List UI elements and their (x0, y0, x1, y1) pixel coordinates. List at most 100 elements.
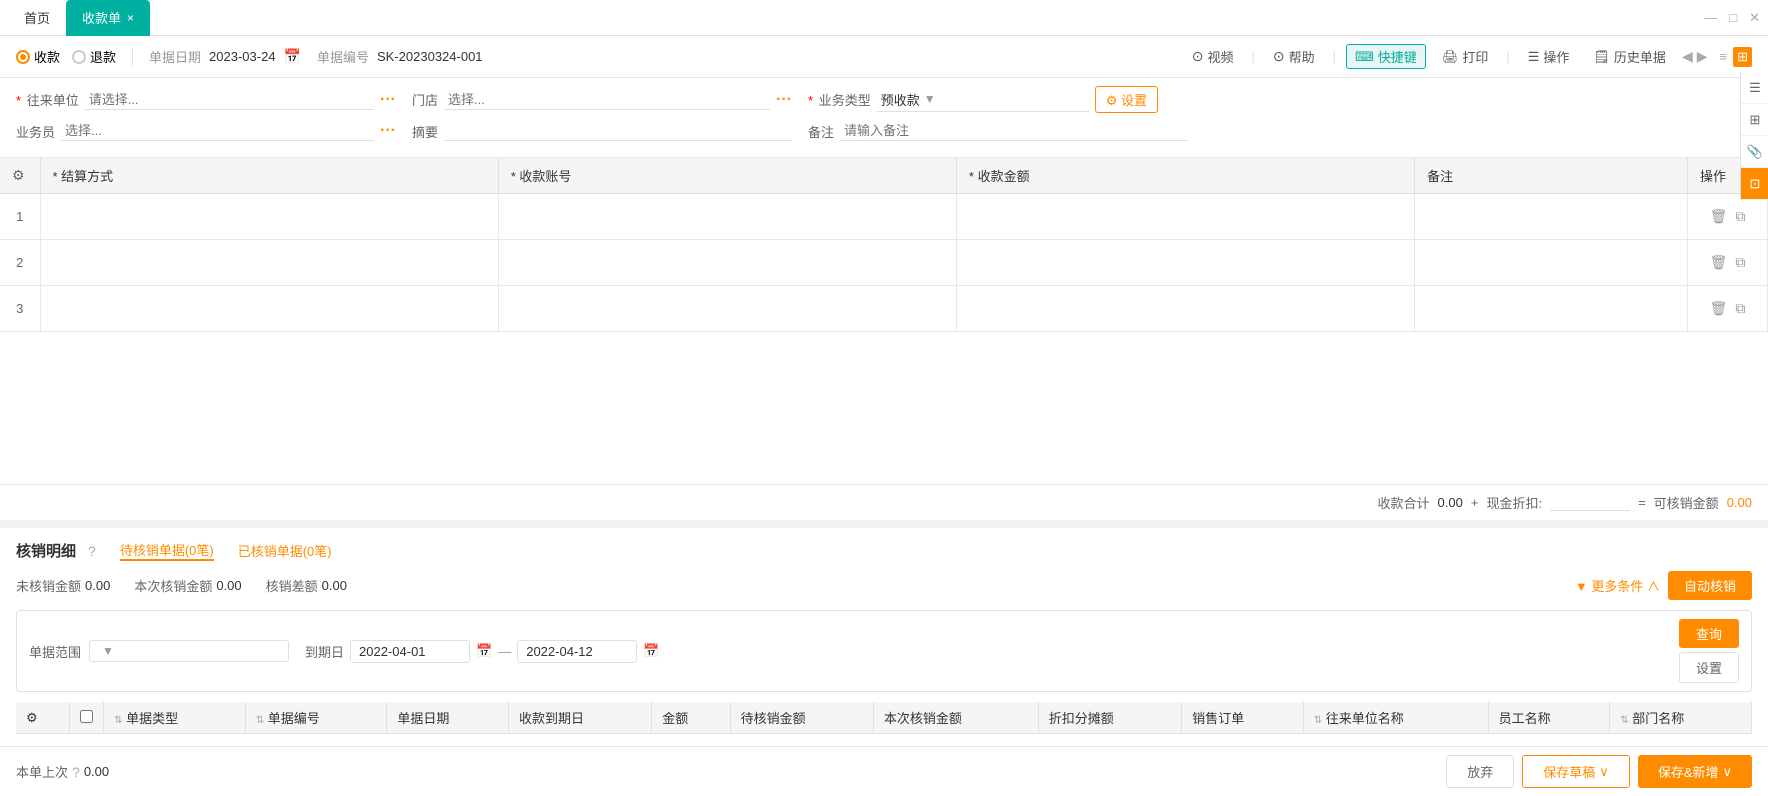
save-new-chevron: ∨ (1722, 764, 1732, 780)
right-panel-btn-2[interactable]: ⊞ (1741, 104, 1768, 136)
row-2-remark[interactable] (1415, 240, 1688, 286)
row-3-remark[interactable] (1415, 286, 1688, 332)
doc-date-calendar-icon[interactable]: 📅 (284, 48, 301, 65)
date-from-calendar-icon[interactable]: 📅 (476, 643, 492, 659)
nav-next-icon[interactable]: ▶ (1697, 48, 1708, 65)
right-panel-btn-3[interactable]: 📎 (1741, 136, 1768, 168)
tab-pending[interactable]: 待核销单据(0笔) (120, 540, 214, 561)
row-3-amount[interactable] (956, 286, 1414, 332)
store-input[interactable] (444, 90, 770, 110)
btable-checkbox-col[interactable] (70, 702, 104, 734)
btable-doc-type-col[interactable]: ⇅ 单据类型 (104, 702, 246, 734)
table-gear-icon[interactable]: ⚙ (12, 167, 25, 183)
window-close[interactable]: ✕ (1749, 10, 1760, 26)
row-1-amount[interactable] (956, 194, 1414, 240)
row-2-account[interactable] (498, 240, 956, 286)
store-label: 门店 (412, 90, 438, 109)
btable-counterpart-col[interactable]: ⇅ 往来单位名称 (1303, 702, 1488, 734)
discard-btn[interactable]: 放弃 (1446, 755, 1514, 788)
row-1-remark[interactable] (1415, 194, 1688, 240)
btable-gear-col[interactable]: ⚙ (16, 702, 70, 734)
row-3-settlement[interactable] (40, 286, 498, 332)
search-actions: 查询 设置 (1679, 619, 1739, 683)
date-to-input[interactable] (517, 640, 637, 663)
summary-input[interactable] (444, 121, 792, 141)
footer-help-icon[interactable]: ? (72, 764, 80, 780)
btable-store-col[interactable]: ⇅ 部门名称 (1610, 702, 1752, 734)
row-3-account[interactable] (498, 286, 956, 332)
store-label-text: 门店 (412, 93, 438, 108)
btable-amount-label: 金额 (662, 711, 688, 726)
tab-receipt[interactable]: 收款单 × (66, 0, 150, 36)
sep1: | (1252, 49, 1255, 64)
radio-receipt[interactable]: 收款 (16, 47, 60, 66)
print-btn[interactable]: 🖨 打印 (1434, 45, 1497, 68)
verification-header: 核销明细 ? 待核销单据(0笔) 已核销单据(0笔) (16, 540, 1752, 561)
store-more-btn[interactable]: ··· (776, 91, 792, 109)
row-2-settlement[interactable] (40, 240, 498, 286)
row-1-delete-btn[interactable]: 🗑 (1710, 208, 1728, 225)
row-1-account[interactable] (498, 194, 956, 240)
window-minimize[interactable]: — (1704, 10, 1717, 25)
operation-btn[interactable]: ☰ 操作 (1520, 45, 1578, 68)
search-settings-btn[interactable]: 设置 (1679, 652, 1739, 683)
summary-label-text: 摘要 (412, 125, 438, 140)
shortcut-btn[interactable]: ⌨ 快捷键 (1346, 44, 1426, 69)
row-2-copy-btn[interactable]: ⧉ (1735, 254, 1745, 271)
btable-sales-order-col: 销售订单 (1182, 702, 1304, 734)
btable-select-all[interactable] (80, 710, 93, 723)
right-panel-btn-4[interactable]: ⊡ (1741, 168, 1768, 200)
bottom-table-wrap: ⚙ ⇅ 单据类型 ⇅ 单据编号 (16, 702, 1752, 734)
date-to-calendar-icon[interactable]: 📅 (643, 643, 659, 659)
table-row: 2 🗑 ⧉ (0, 240, 1768, 286)
row-1-settlement[interactable] (40, 194, 498, 240)
verification-help-icon[interactable]: ? (88, 543, 96, 559)
query-btn[interactable]: 查询 (1679, 619, 1739, 648)
help-btn[interactable]: ⊙ 帮助 (1265, 45, 1323, 68)
view-grid-icon[interactable]: ⊞ (1733, 47, 1752, 67)
history-btn[interactable]: 🗒 历史单据 (1585, 45, 1674, 68)
row-3-delete-btn[interactable]: 🗑 (1710, 300, 1728, 317)
table-header-row: ⚙ * 结算方式 * 收款账号 * 收款金额 备注 操作 (0, 158, 1768, 194)
business-type-select[interactable]: 预收款 ▼ (877, 88, 1089, 112)
row-3-copy-btn[interactable]: ⧉ (1735, 300, 1745, 317)
btable-store-label: 部门名称 (1632, 711, 1684, 726)
btable-doc-num-col[interactable]: ⇅ 单据编号 (245, 702, 387, 734)
auto-clear-btn[interactable]: 自动核销 (1668, 571, 1752, 600)
video-btn[interactable]: ⊙ 视频 (1184, 45, 1242, 68)
counterpart-more-btn[interactable]: ··· (380, 91, 396, 109)
date-from-input[interactable] (350, 640, 470, 663)
business-type-label-text: 业务类型 (819, 93, 871, 108)
staff-more-btn[interactable]: ··· (380, 122, 396, 140)
save-draft-btn[interactable]: 保存草稿 ∨ (1522, 755, 1630, 788)
row-2-delete-btn[interactable]: 🗑 (1710, 254, 1728, 271)
btable-doc-date-label: 单据日期 (397, 711, 449, 726)
nav-prev-icon[interactable]: ◀ (1682, 48, 1693, 65)
form-settings-btn[interactable]: ⚙ 设置 (1095, 86, 1158, 113)
btable-gear-icon[interactable]: ⚙ (26, 710, 38, 725)
view-list-icon[interactable]: ≡ (1716, 47, 1732, 67)
table-settings-col[interactable]: ⚙ (0, 158, 40, 194)
remark-input[interactable] (840, 121, 1188, 141)
footer-order-label: 本单上次 (16, 762, 68, 781)
row-2-amount[interactable] (956, 240, 1414, 286)
staff-input[interactable] (61, 121, 374, 141)
row-1-num: 1 (0, 194, 40, 240)
doc-range-select[interactable]: ▼ (89, 640, 289, 662)
btable-discount-col: 折扣分摊额 (1038, 702, 1181, 734)
window-restore[interactable]: □ (1729, 10, 1737, 25)
row-1-actions: 🗑 ⧉ (1688, 194, 1768, 240)
doc-range-chevron: ▼ (102, 644, 114, 658)
tab-done[interactable]: 已核销单据(0笔) (238, 541, 332, 560)
more-conditions-btn[interactable]: ▼ 更多条件 ∧ (1575, 576, 1660, 595)
discount-input[interactable] (1550, 495, 1630, 511)
row-1-copy-btn[interactable]: ⧉ (1735, 208, 1745, 225)
right-panel-btn-1[interactable]: ☰ (1741, 72, 1768, 104)
save-new-btn[interactable]: 保存&新增 ∨ (1638, 755, 1752, 788)
tab-receipt-close[interactable]: × (127, 11, 134, 25)
toolbar-divider-1 (132, 47, 133, 67)
radio-refund[interactable]: 退款 (72, 47, 116, 66)
tab-home[interactable]: 首页 (8, 0, 66, 36)
btable-doc-type-label: 单据类型 (126, 711, 178, 726)
counterpart-input[interactable] (85, 90, 374, 110)
